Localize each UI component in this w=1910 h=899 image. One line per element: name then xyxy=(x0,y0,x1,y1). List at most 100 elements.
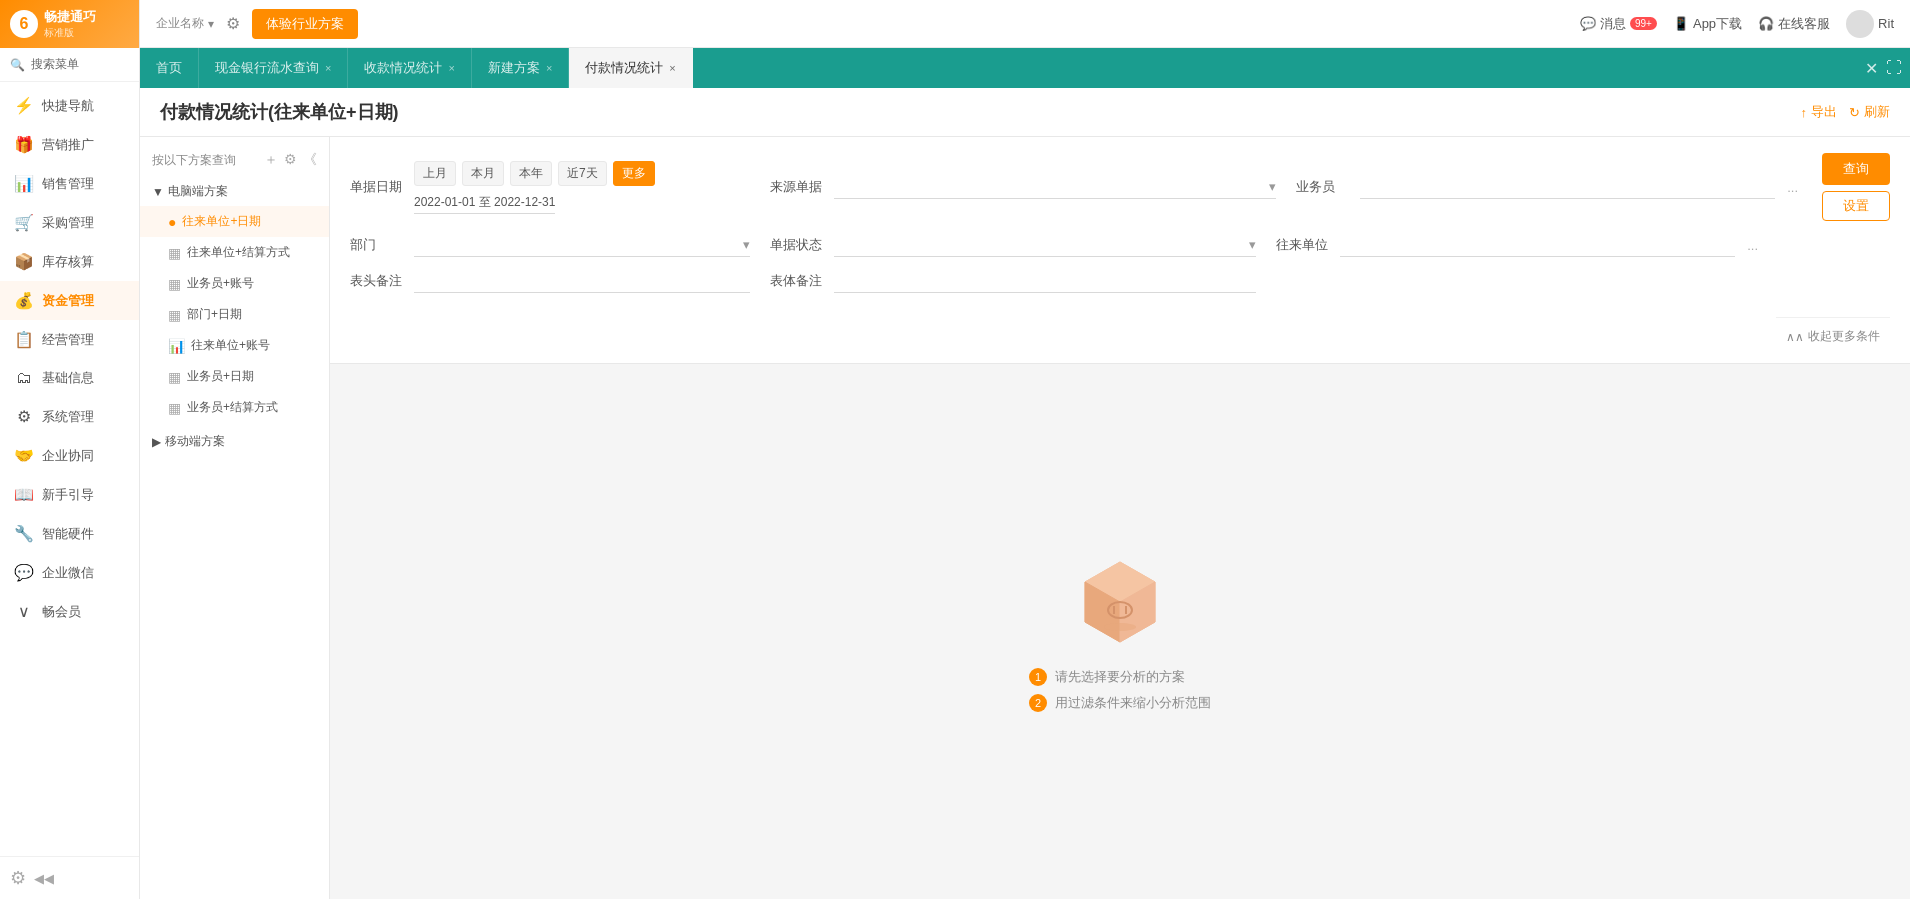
refresh-btn[interactable]: ↻ 刷新 xyxy=(1849,103,1890,121)
tab-close-icon[interactable]: × xyxy=(546,62,552,74)
scheme-item-partner-date[interactable]: ● 往来单位+日期 xyxy=(140,206,329,237)
scheme-group-desktop-title[interactable]: ▼ 电脑端方案 xyxy=(140,177,329,206)
tab-home[interactable]: 首页 xyxy=(140,48,199,88)
empty-icon xyxy=(1070,552,1170,652)
hardware-icon: 🔧 xyxy=(14,524,34,543)
collapse-btn[interactable]: ∧∧ 收起更多条件 xyxy=(1776,317,1890,355)
tab-new-scheme[interactable]: 新建方案 × xyxy=(472,48,569,88)
tab-close-icon[interactable]: × xyxy=(325,62,331,74)
scheme-item-icon: ▦ xyxy=(168,369,181,385)
staff-label: 业务员 xyxy=(1296,178,1352,196)
dept-select[interactable]: ▾ xyxy=(414,233,750,257)
tab-label: 收款情况统计 xyxy=(364,59,442,77)
scheme-active-icon: ● xyxy=(168,214,176,230)
date-7days-btn[interactable]: 近7天 xyxy=(558,161,607,186)
scheme-settings-btn[interactable]: ⚙ xyxy=(284,151,297,169)
sidebar-item-operation[interactable]: 📋 经营管理 xyxy=(0,320,139,359)
body-note-input[interactable] xyxy=(834,269,1256,293)
sidebar-item-hardware[interactable]: 🔧 智能硬件 xyxy=(0,514,139,553)
tab-bank-flow[interactable]: 现金银行流水查询 × xyxy=(199,48,348,88)
content-area: 按以下方案查询 ＋ ⚙ 《 ▼ 电脑端方案 ● 往来单位+日期 xyxy=(140,137,1910,899)
avatar xyxy=(1846,10,1874,38)
topbar-settings-icon[interactable]: ⚙ xyxy=(226,14,240,33)
trial-btn[interactable]: 体验行业方案 xyxy=(252,9,358,39)
scheme-group-label: 移动端方案 xyxy=(165,433,225,450)
scheme-collapse-btn[interactable]: 《 xyxy=(303,151,317,169)
sidebar-item-marketing[interactable]: 🎁 营销推广 xyxy=(0,125,139,164)
filter-dept-item: 部门 ▾ xyxy=(350,233,750,257)
sidebar-item-purchase[interactable]: 🛒 采购管理 xyxy=(0,203,139,242)
breadcrumb-text: 企业名称 xyxy=(156,15,204,32)
date-this-month-btn[interactable]: 本月 xyxy=(462,161,504,186)
app-download-btn[interactable]: 📱 App下载 xyxy=(1673,15,1742,33)
status-label: 单据状态 xyxy=(770,236,826,254)
capital-icon: 💰 xyxy=(14,291,34,310)
header-note-input[interactable] xyxy=(414,269,750,293)
source-select[interactable]: ▾ xyxy=(834,175,1276,199)
user-menu[interactable]: Rit xyxy=(1846,10,1894,38)
sidebar-item-label: 经营管理 xyxy=(42,331,94,349)
scheme-group-mobile-title[interactable]: ▶ 移动端方案 xyxy=(140,427,329,456)
date-control: 上月 本月 本年 近7天 更多 2022-01-01 至 2022-12-31 xyxy=(414,161,750,214)
query-btn[interactable]: 查询 xyxy=(1822,153,1890,185)
logo-icon: 6 xyxy=(10,10,38,38)
filter-area: 单据日期 上月 本月 本年 近7天 更多 2022-01-01 至 2022-1… xyxy=(330,137,1910,309)
sidebar-search[interactable]: 🔍 搜索菜单 xyxy=(0,48,139,82)
tab-receipt-stats[interactable]: 收款情况统计 × xyxy=(348,48,471,88)
wechat-icon: 💬 xyxy=(14,563,34,582)
sidebar-item-sales[interactable]: 📊 销售管理 xyxy=(0,164,139,203)
search-icon: 🔍 xyxy=(10,58,25,72)
date-this-year-btn[interactable]: 本年 xyxy=(510,161,552,186)
operation-icon: 📋 xyxy=(14,330,34,349)
date-last-month-btn[interactable]: 上月 xyxy=(414,161,456,186)
sidebar-item-basic[interactable]: 🗂 基础信息 xyxy=(0,359,139,397)
sidebar-item-guide[interactable]: 📖 新手引导 xyxy=(0,475,139,514)
sidebar-item-label: 资金管理 xyxy=(42,292,94,310)
sidebar-item-inventory[interactable]: 📦 库存核算 xyxy=(0,242,139,281)
sidebar-item-label: 畅会员 xyxy=(42,603,81,621)
filter-body-note-item: 表体备注 xyxy=(770,269,1256,293)
sidebar-item-capital[interactable]: 💰 资金管理 xyxy=(0,281,139,320)
app-download-label: App下载 xyxy=(1693,15,1742,33)
scheme-item-partner-settle[interactable]: ▦ 往来单位+结算方式 xyxy=(140,237,329,268)
settings-icon[interactable]: ⚙ xyxy=(10,867,26,889)
close-all-icon[interactable]: ✕ xyxy=(1865,59,1878,78)
date-more-btn[interactable]: 更多 xyxy=(613,161,655,186)
partner-input[interactable] xyxy=(1340,233,1735,257)
tab-label: 付款情况统计 xyxy=(585,59,663,77)
settings-btn[interactable]: 设置 xyxy=(1822,191,1890,221)
tab-close-icon[interactable]: × xyxy=(669,62,675,74)
sidebar-item-enterprise[interactable]: 🤝 企业协同 xyxy=(0,436,139,475)
export-btn[interactable]: ↑ 导出 xyxy=(1801,103,1838,121)
fullscreen-icon[interactable]: ⛶ xyxy=(1886,59,1902,77)
collapse-section: ∧∧ 收起更多条件 xyxy=(330,309,1910,364)
staff-dots-btn[interactable]: ... xyxy=(1783,180,1802,195)
tip-num-2: 2 xyxy=(1029,694,1047,712)
tabbar-spacer xyxy=(693,48,1857,88)
online-service-btn[interactable]: 🎧 在线客服 xyxy=(1758,15,1830,33)
scheme-item-dept-date[interactable]: ▦ 部门+日期 xyxy=(140,299,329,330)
sidebar-item-system[interactable]: ⚙ 系统管理 xyxy=(0,397,139,436)
collapse-sidebar-icon[interactable]: ◀◀ xyxy=(34,871,54,886)
tab-payment-stats[interactable]: 付款情况统计 × xyxy=(569,48,692,88)
sidebar-item-quick-nav[interactable]: ⚡ 快捷导航 xyxy=(0,86,139,125)
scheme-item-icon: ▦ xyxy=(168,400,181,416)
tab-close-icon[interactable]: × xyxy=(448,62,454,74)
add-scheme-btn[interactable]: ＋ xyxy=(264,151,278,169)
empty-tip-1: 1 请先选择要分析的方案 xyxy=(1029,668,1211,686)
logo-text-group: 畅捷通巧 标准版 xyxy=(44,8,96,40)
scheme-item-staff-date[interactable]: ▦ 业务员+日期 xyxy=(140,361,329,392)
chevron-down-icon: ▾ xyxy=(743,237,750,252)
messages-btn[interactable]: 💬 消息 99+ xyxy=(1580,15,1657,33)
status-select[interactable]: ▾ xyxy=(834,233,1256,257)
topbar-right: 💬 消息 99+ 📱 App下载 🎧 在线客服 Rit xyxy=(1580,10,1894,38)
staff-input[interactable] xyxy=(1360,175,1775,199)
guide-icon: 📖 xyxy=(14,485,34,504)
scheme-item-staff-account[interactable]: ▦ 业务员+账号 xyxy=(140,268,329,299)
scheme-item-partner-account[interactable]: 📊 往来单位+账号 xyxy=(140,330,329,361)
sidebar-item-wechat[interactable]: 💬 企业微信 xyxy=(0,553,139,592)
partner-dots-btn[interactable]: ... xyxy=(1743,238,1762,253)
sidebar-item-label: 系统管理 xyxy=(42,408,94,426)
sidebar-item-vip[interactable]: ∨ 畅会员 xyxy=(0,592,139,631)
scheme-item-staff-settle[interactable]: ▦ 业务员+结算方式 xyxy=(140,392,329,423)
